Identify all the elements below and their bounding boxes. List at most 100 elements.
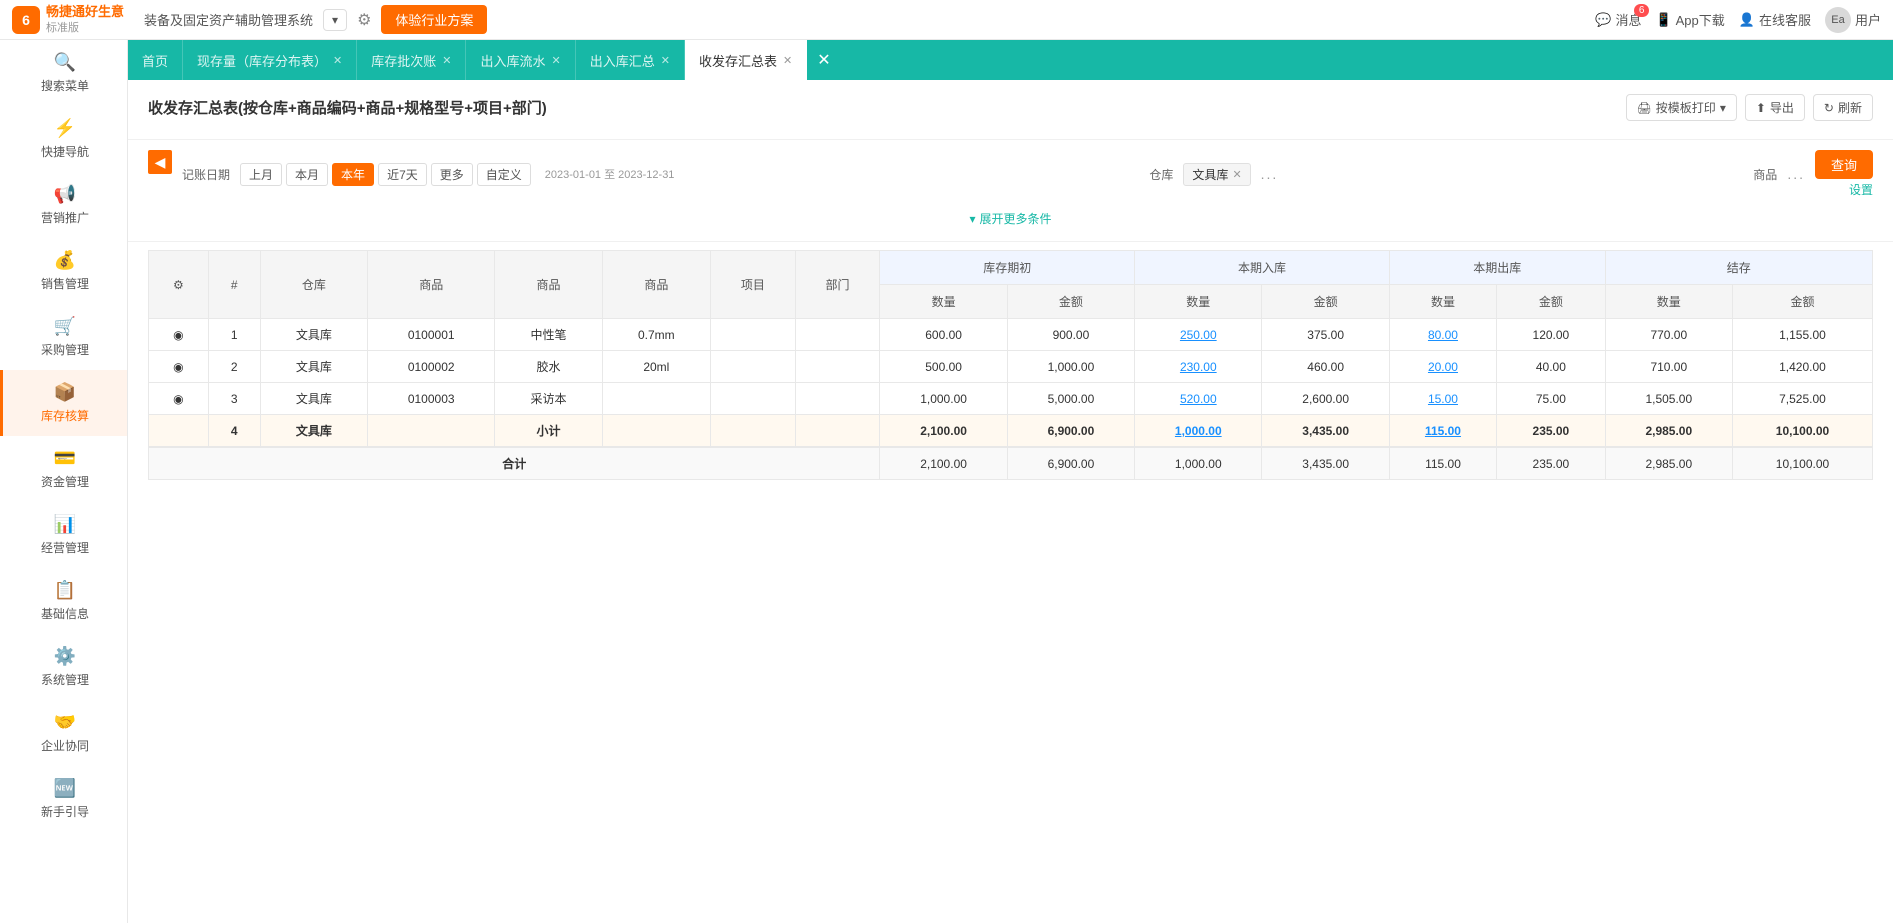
th-warehouse: 仓库 [260, 251, 367, 319]
row-in-qty[interactable]: 230.00 [1135, 351, 1262, 383]
sidebar-item-operation[interactable]: 📊 经营管理 [0, 502, 127, 568]
expand-label: 展开更多条件 [980, 210, 1052, 227]
table-footer-row: 合计 2,100.00 6,900.00 1,000.00 3,435.00 1… [149, 447, 1873, 480]
print-button[interactable]: 🖨 按模板打印 ▾ [1626, 94, 1737, 121]
query-button[interactable]: 查询 [1815, 150, 1873, 179]
row-out-amt: 235.00 [1497, 415, 1606, 448]
settings-link[interactable]: 设置 [1849, 181, 1873, 198]
export-button[interactable]: ⬆ 导出 [1745, 94, 1805, 121]
tab-inventory-dist-close[interactable]: ✕ [333, 54, 342, 67]
tab-collect-summary[interactable]: 收发存汇总表 ✕ [685, 40, 807, 80]
row-out-qty[interactable]: 20.00 [1389, 351, 1496, 383]
refresh-button[interactable]: ↻ 刷新 [1813, 94, 1873, 121]
row-goods-spec [602, 383, 710, 415]
row-in-qty[interactable]: 520.00 [1135, 383, 1262, 415]
sidebar-item-basic[interactable]: 📋 基础信息 [0, 568, 127, 634]
sidebar-item-collab[interactable]: 🤝 企业协同 [0, 700, 127, 766]
marketing-icon: 📢 [54, 184, 76, 205]
quicknav-icon: ⚡ [54, 118, 76, 139]
row-out-amt: 40.00 [1497, 351, 1606, 383]
row-dept [795, 319, 880, 351]
sidebar-item-inventory[interactable]: 📦 库存核算 [0, 370, 127, 436]
warehouse-tag-remove[interactable]: ✕ [1232, 168, 1241, 181]
operation-icon: 📊 [54, 514, 76, 535]
sales-icon: 💰 [54, 250, 76, 271]
date-btn-more[interactable]: 更多 [431, 163, 473, 186]
sidebar-item-search[interactable]: 🔍 搜索菜单 [0, 40, 127, 106]
date-btn-this-year[interactable]: 本年 [332, 163, 374, 186]
goods-more-dots[interactable]: ... [1787, 166, 1805, 182]
tab-batch-close[interactable]: ✕ [442, 54, 451, 67]
tab-home[interactable]: 首页 [128, 40, 183, 80]
sidebar-item-guide[interactable]: 🆕 新手引导 [0, 766, 127, 832]
system-dropdown-button[interactable]: ▾ [323, 9, 347, 31]
online-service-item[interactable]: 👤 在线客服 [1739, 10, 1811, 29]
tab-inout-summary[interactable]: 出入库汇总 ✕ [576, 40, 685, 80]
row-in-qty[interactable]: 250.00 [1135, 319, 1262, 351]
row-no: 4 [208, 415, 260, 448]
filter-toggle-button[interactable]: ◀ [148, 150, 172, 174]
row-goods-code [368, 415, 495, 448]
tab-batch[interactable]: 库存批次账 ✕ [357, 40, 466, 80]
tab-inout-summary-close[interactable]: ✕ [661, 54, 670, 67]
sidebar-label-sales: 销售管理 [41, 275, 89, 292]
row-no: 2 [208, 351, 260, 383]
sidebar-item-quicknav[interactable]: ⚡ 快捷导航 [0, 106, 127, 172]
sidebar-item-sales[interactable]: 💰 销售管理 [0, 238, 127, 304]
row-goods-code: 0100003 [368, 383, 495, 415]
table-row: ◉1文具库0100001中性笔0.7mm600.00900.00250.0037… [149, 319, 1873, 351]
row-out-amt: 120.00 [1497, 319, 1606, 351]
warehouse-more-dots[interactable]: ... [1261, 166, 1279, 182]
date-btn-this-month[interactable]: 本月 [286, 163, 328, 186]
footer-out-qty: 115.00 [1389, 447, 1496, 480]
guide-icon: 🆕 [54, 778, 76, 799]
footer-opening-amt: 6,900.00 [1007, 447, 1134, 480]
tab-inventory-dist[interactable]: 现存量（库存分布表） ✕ [183, 40, 357, 80]
th-closing-amt: 金额 [1732, 285, 1872, 319]
row-out-qty[interactable]: 115.00 [1389, 415, 1496, 448]
refresh-label: 刷新 [1838, 99, 1862, 116]
sidebar-item-finance[interactable]: 💳 资金管理 [0, 436, 127, 502]
row-settings: ◉ [149, 319, 209, 351]
tab-inout-flow[interactable]: 出入库流水 ✕ [466, 40, 575, 80]
footer-out-amt: 235.00 [1497, 447, 1606, 480]
footer-label: 合计 [149, 447, 880, 480]
data-table: ⚙ # 仓库 商品 商品 商品 项目 部门 库存期初 本期入库 本期出库 结存 [148, 250, 1873, 480]
row-warehouse: 文具库 [260, 383, 367, 415]
row-closing-amt: 7,525.00 [1732, 383, 1872, 415]
row-opening-qty: 1,000.00 [880, 383, 1007, 415]
tab-home-label: 首页 [142, 51, 168, 70]
user-item[interactable]: Ea 用户 [1825, 7, 1881, 33]
row-in-qty[interactable]: 1,000.00 [1135, 415, 1262, 448]
app-download-item[interactable]: 📱 App下载 [1655, 10, 1724, 29]
date-btn-custom[interactable]: 自定义 [477, 163, 531, 186]
th-goods-code: 商品 [368, 251, 495, 319]
tab-collect-summary-close[interactable]: ✕ [783, 54, 792, 67]
sidebar-item-marketing[interactable]: 📢 营销推广 [0, 172, 127, 238]
page-header-actions: 🖨 按模板打印 ▾ ⬆ 导出 ↻ 刷新 [1626, 94, 1873, 121]
tab-bar-close-button[interactable]: ✕ [807, 40, 840, 80]
row-dept [795, 351, 880, 383]
sidebar-item-system[interactable]: ⚙️ 系统管理 [0, 634, 127, 700]
sidebar-item-purchase[interactable]: 🛒 采购管理 [0, 304, 127, 370]
print-icon: 🖨 [1637, 101, 1652, 115]
row-out-qty[interactable]: 80.00 [1389, 319, 1496, 351]
experience-button[interactable]: 体验行业方案 [381, 5, 487, 34]
message-item[interactable]: 💬 消息 6 [1595, 10, 1641, 29]
row-out-qty[interactable]: 15.00 [1389, 383, 1496, 415]
th-settings[interactable]: ⚙ [149, 251, 209, 319]
print-label: 按模板打印 [1656, 99, 1716, 116]
logo-icon: 6 [12, 6, 40, 34]
row-no: 1 [208, 319, 260, 351]
date-btn-7days[interactable]: 近7天 [378, 163, 427, 186]
tab-collect-summary-label: 收发存汇总表 [699, 51, 777, 70]
date-filter-label: 记账日期 [182, 166, 230, 183]
expand-conditions-button[interactable]: ▾ 展开更多条件 [969, 210, 1051, 227]
row-in-amt: 375.00 [1262, 319, 1389, 351]
sidebar-label-system: 系统管理 [41, 671, 89, 688]
tab-inout-flow-close[interactable]: ✕ [552, 54, 561, 67]
date-btn-last-month[interactable]: 上月 [240, 163, 282, 186]
logo-area: 6 畅捷通好生意 标准版 [12, 4, 124, 35]
row-closing-qty: 2,985.00 [1605, 415, 1732, 448]
settings-gear-icon[interactable]: ⚙ [357, 10, 371, 30]
